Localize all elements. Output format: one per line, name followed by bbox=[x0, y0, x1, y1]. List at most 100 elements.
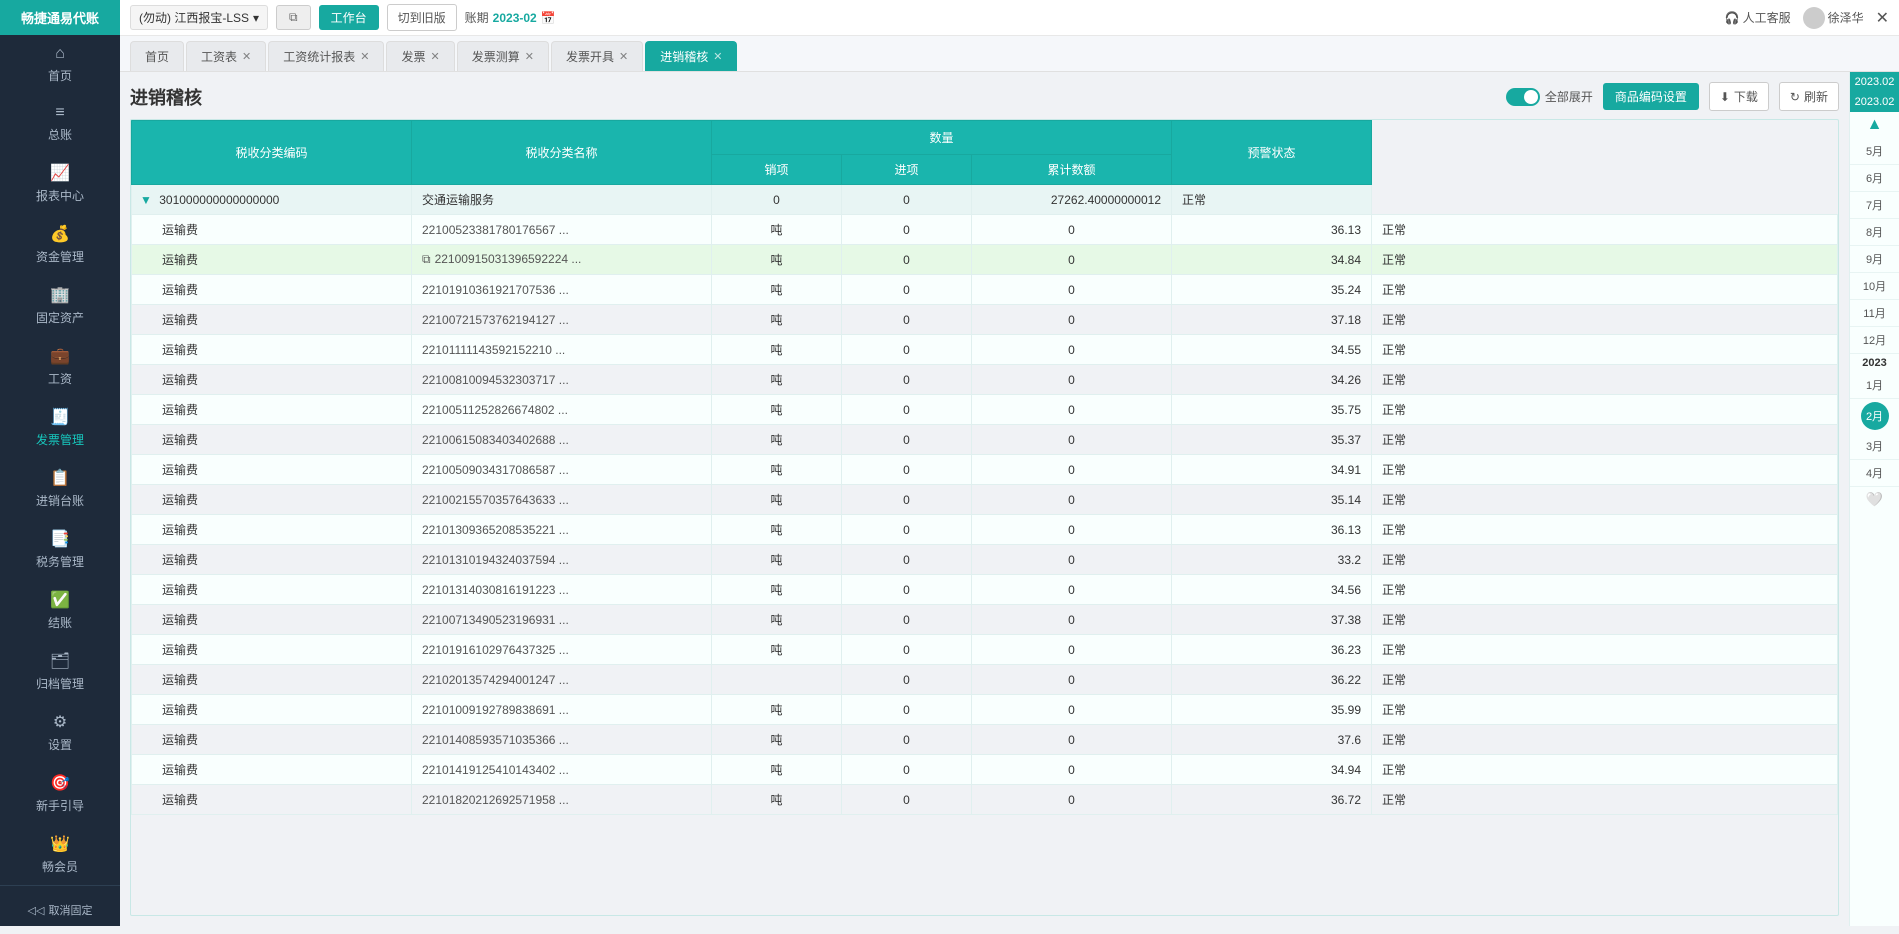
table-row[interactable]: 运输费221005112528266748​02 ...吨0035.75正常 bbox=[132, 395, 1838, 425]
close-button[interactable]: ✕ bbox=[1876, 8, 1889, 28]
table-row[interactable]: 运输费221018202126925719​58 ...吨0036.72正常 bbox=[132, 785, 1838, 815]
tab-salary-report[interactable]: 工资统计报表 ✕ bbox=[268, 41, 384, 71]
table-row[interactable]: 运输费221007134905231969​31 ...吨0037.38正常 bbox=[132, 605, 1838, 635]
sidebar-item-funds[interactable]: 💰 资金管理 bbox=[0, 214, 120, 275]
tab-salary-close[interactable]: ✕ bbox=[242, 50, 251, 63]
cell-unit: 吨 bbox=[712, 755, 842, 785]
sidebar-item-tax[interactable]: 📑 税务管理 bbox=[0, 519, 120, 580]
right-panel-month-10[interactable]: 10月 bbox=[1850, 273, 1899, 300]
sidebar-item-newbie[interactable]: 🎯 新手引导 bbox=[0, 763, 120, 824]
cell-status: 正常 bbox=[1172, 185, 1372, 215]
cell-sales: 0 bbox=[842, 455, 972, 485]
right-panel-month-9[interactable]: 9月 bbox=[1850, 246, 1899, 273]
tab-invoice-close[interactable]: ✕ bbox=[431, 50, 440, 63]
sidebar-item-home[interactable]: ⌂ 首页 bbox=[0, 35, 120, 94]
expand-toggle[interactable]: 全部展开 bbox=[1506, 88, 1593, 106]
cell-status: 正常 bbox=[1372, 485, 1838, 515]
sidebar-item-purchase[interactable]: 📋 进销台账 bbox=[0, 458, 120, 519]
table-row[interactable]: 运输费221008100945323037​17 ...吨0034.26正常 bbox=[132, 365, 1838, 395]
cell-total: 36.72 bbox=[1172, 785, 1372, 815]
collapse-icon[interactable]: ▼ bbox=[140, 193, 152, 207]
table-row[interactable]: 运输费221020135742940012​47 ...0036.22正常 bbox=[132, 665, 1838, 695]
right-panel-month-12[interactable]: 12月 bbox=[1850, 327, 1899, 354]
cell-total: 35.37 bbox=[1172, 425, 1372, 455]
refresh-button[interactable]: ↻ 刷新 bbox=[1779, 82, 1839, 111]
right-panel-month-3[interactable]: 3月 bbox=[1850, 433, 1899, 460]
table-row[interactable]: 运输费221013101943240375​94 ...吨0033.2正常 bbox=[132, 545, 1838, 575]
calendar-icon[interactable]: 📅 bbox=[541, 11, 556, 25]
tab-home[interactable]: 首页 bbox=[130, 41, 184, 71]
cell-unit: 吨 bbox=[712, 215, 842, 245]
tab-invoice-issue[interactable]: 发票开具 ✕ bbox=[551, 41, 643, 71]
sidebar-item-ledger[interactable]: ≡ 总账 bbox=[0, 94, 120, 153]
headset-icon: 🎧 bbox=[1725, 11, 1740, 25]
cell-status: 正常 bbox=[1372, 575, 1838, 605]
workbench-button[interactable]: 工作台 bbox=[319, 5, 379, 30]
table-row[interactable]: 运输费221014191254101434​02 ...吨0034.94正常 bbox=[132, 755, 1838, 785]
sidebar-item-checkout[interactable]: ✅ 结账 bbox=[0, 580, 120, 641]
cell-unit: 吨 bbox=[712, 395, 842, 425]
main-area: (勿动) 江西报宝-LSS ▾ ⧉ 工作台 切到旧版 账期 2023-02 📅 … bbox=[120, 0, 1899, 926]
unpin-button[interactable]: ◁◁ 取消固定 bbox=[0, 894, 120, 926]
tab-reconcile-close[interactable]: ✕ bbox=[713, 50, 722, 63]
table-row[interactable]: 运输费221014085935710353​66 ...吨0037.6正常 bbox=[132, 725, 1838, 755]
right-panel-month-5[interactable]: 5月 bbox=[1850, 138, 1899, 165]
cell-indent: 运输费 bbox=[132, 755, 412, 785]
tab-invoice-calc[interactable]: 发票测算 ✕ bbox=[457, 41, 549, 71]
right-panel-month-6[interactable]: 6月 bbox=[1850, 165, 1899, 192]
cell-indent: 运输费 bbox=[132, 425, 412, 455]
right-panel-month-7[interactable]: 7月 bbox=[1850, 192, 1899, 219]
switch-version-button[interactable]: 切到旧版 bbox=[387, 4, 457, 31]
right-panel-month-8[interactable]: 8月 bbox=[1850, 219, 1899, 246]
table-row[interactable]: 运输费221011111435921522​10 ...吨0034.55正常 bbox=[132, 335, 1838, 365]
table-row[interactable]: 运输费221005233817801765​67 ...吨0036.13正常 bbox=[132, 215, 1838, 245]
table-row[interactable]: 运输费221019161029764373​25 ...吨0036.23正常 bbox=[132, 635, 1838, 665]
table-row[interactable]: 运输费221006150834034026​88 ...吨0035.37正常 bbox=[132, 425, 1838, 455]
download-icon: ⬇ bbox=[1720, 90, 1730, 104]
table-row[interactable]: 运输费221013093652085352​21 ...吨0036.13正常 bbox=[132, 515, 1838, 545]
right-panel-month-1[interactable]: 1月 bbox=[1850, 372, 1899, 399]
refresh-icon: ↻ bbox=[1790, 90, 1800, 104]
cell-purchase: 0 bbox=[972, 755, 1172, 785]
table-row[interactable]: ▼ 301000000000000000 交通运输服务 0 0 27262.40… bbox=[132, 185, 1838, 215]
tab-reconcile[interactable]: 进销稽核 ✕ bbox=[645, 41, 737, 71]
support-link[interactable]: 🎧 人工客服 bbox=[1725, 9, 1791, 26]
cell-status: 正常 bbox=[1372, 305, 1838, 335]
cell-status: 正常 bbox=[1372, 275, 1838, 305]
home-icon: ⌂ bbox=[55, 45, 65, 63]
download-button[interactable]: ⬇ 下载 bbox=[1709, 82, 1769, 111]
funds-icon: 💰 bbox=[50, 224, 70, 244]
sidebar-item-salary[interactable]: 💼 工资 bbox=[0, 336, 120, 397]
sidebar-item-settings[interactable]: ⚙ 设置 bbox=[0, 702, 120, 763]
user-menu[interactable]: 徐泽华 bbox=[1803, 7, 1864, 29]
right-panel-month-11[interactable]: 11月 bbox=[1850, 300, 1899, 327]
sidebar-item-assets[interactable]: 🏢 固定资产 bbox=[0, 275, 120, 336]
tab-invoice[interactable]: 发票 ✕ bbox=[386, 41, 454, 71]
sidebar-item-member[interactable]: 👑 畅会员 bbox=[0, 824, 120, 885]
table-row[interactable]: 运输费221019103619217075​36 ...吨0035.24正常 bbox=[132, 275, 1838, 305]
right-panel-up-nav[interactable]: ▲ bbox=[1850, 112, 1899, 138]
tab-salary-report-close[interactable]: ✕ bbox=[360, 50, 369, 63]
table-row[interactable]: 运输费221005090343170865​87 ...吨0034.91正常 bbox=[132, 455, 1838, 485]
tab-invoice-issue-close[interactable]: ✕ bbox=[619, 50, 628, 63]
tab-invoice-calc-close[interactable]: ✕ bbox=[525, 50, 534, 63]
right-panel-year-2023: 2023 bbox=[1850, 354, 1899, 372]
tab-salary[interactable]: 工资表 ✕ bbox=[186, 41, 266, 71]
table-row[interactable]: 运输费221010091927898386​91 ...吨0035.99正常 bbox=[132, 695, 1838, 725]
right-panel-month-4[interactable]: 4月 bbox=[1850, 460, 1899, 487]
sidebar-item-invoices[interactable]: 🧾 发票管理 bbox=[0, 397, 120, 458]
right-panel-month-2-active[interactable]: 2月 bbox=[1861, 402, 1889, 430]
sidebar-item-archive[interactable]: 🗂 归档管理 bbox=[0, 641, 120, 702]
settings-button[interactable]: 商品编码设置 bbox=[1603, 83, 1699, 110]
toggle-switch[interactable] bbox=[1506, 88, 1540, 106]
cell-status: 正常 bbox=[1372, 605, 1838, 635]
tab-invoice-issue-label: 发票开具 bbox=[566, 48, 614, 65]
table-row[interactable]: 运输费221013140308161912​23 ...吨0034.56正常 bbox=[132, 575, 1838, 605]
table-row[interactable]: 运输费221002155703576436​33 ...吨0035.14正常 bbox=[132, 485, 1838, 515]
company-selector[interactable]: (勿动) 江西报宝-LSS ▾ bbox=[130, 5, 268, 30]
cell-total: 34.91 bbox=[1172, 455, 1372, 485]
copy-button[interactable]: ⧉ bbox=[276, 5, 311, 30]
table-row[interactable]: 运输费⧉221009150313965922​24 ...吨0034.84正常 bbox=[132, 245, 1838, 275]
table-row[interactable]: 运输费221007215737621941​27 ...吨0037.18正常 bbox=[132, 305, 1838, 335]
sidebar-item-reports[interactable]: 📈 报表中心 bbox=[0, 153, 120, 214]
